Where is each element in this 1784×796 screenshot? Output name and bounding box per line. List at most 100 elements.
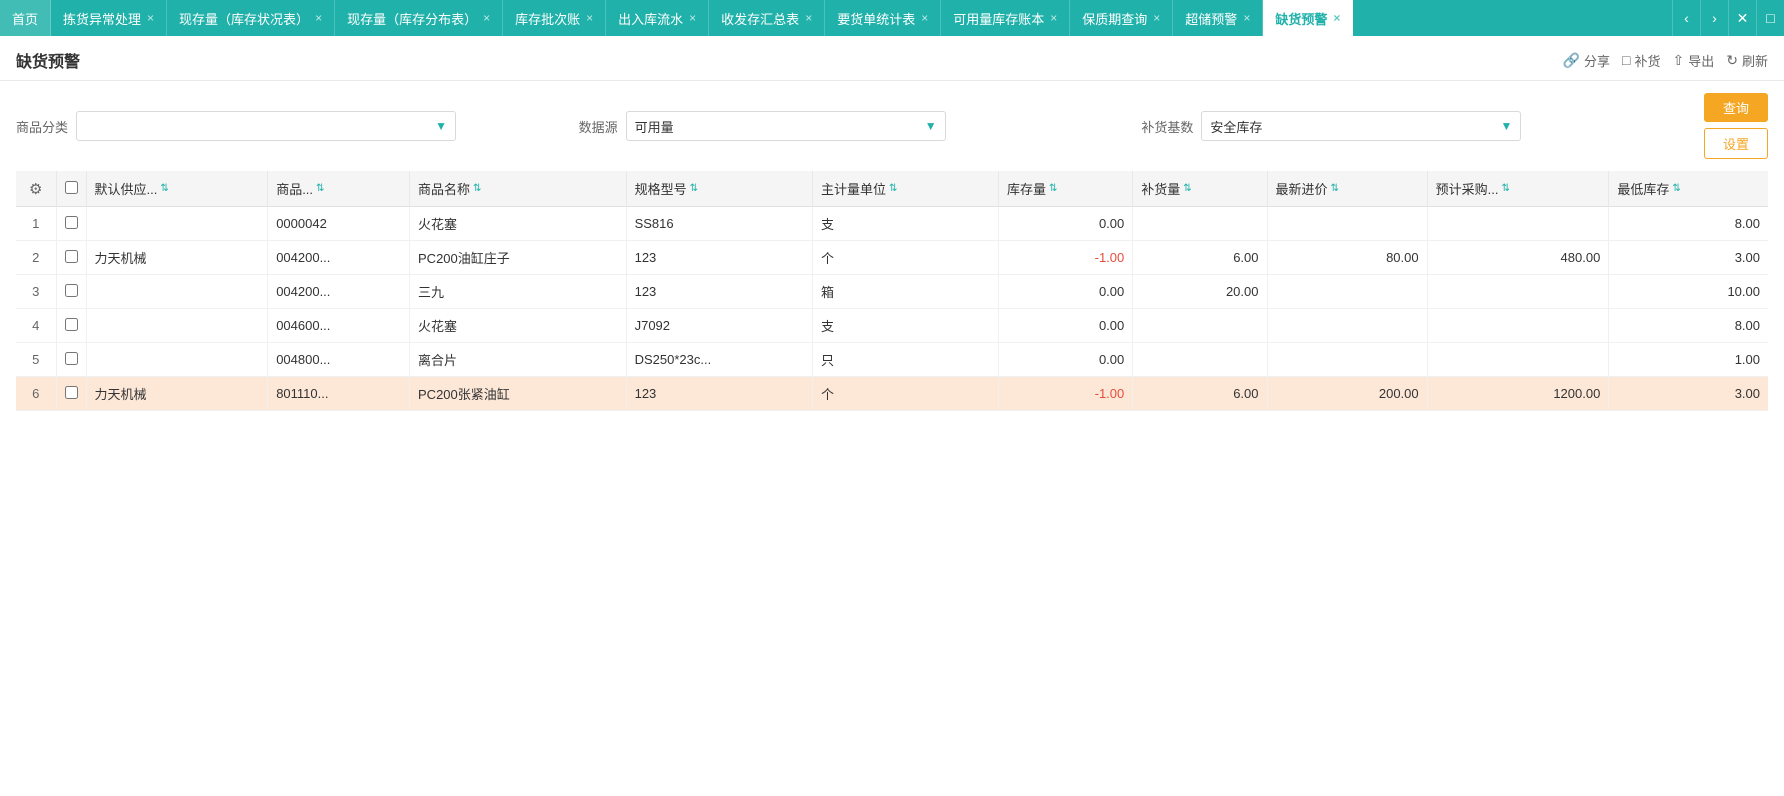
tab-close-all[interactable]: ✕ <box>1728 0 1756 36</box>
row-checkbox[interactable] <box>65 318 78 331</box>
th-supplier-sort[interactable]: 默认供应... ⇅ <box>95 179 260 198</box>
row-supplier <box>86 343 268 377</box>
row-replenish: 6.00 <box>1133 377 1267 411</box>
category-dropdown-arrow: ▼ <box>435 119 447 133</box>
estimated-purchase-sort-icon: ⇅ <box>1501 183 1509 194</box>
tab-close-inventory-status[interactable]: × <box>315 11 322 25</box>
row-estimated-purchase: 1200.00 <box>1427 377 1609 411</box>
th-replenish-sort[interactable]: 补货量 ⇅ <box>1141 179 1258 198</box>
tab-close-shortage[interactable]: × <box>1333 11 1340 25</box>
row-spec: 123 <box>626 377 812 411</box>
row-estimated-purchase <box>1427 275 1609 309</box>
tab-shortage[interactable]: 缺货预警 × <box>1263 0 1353 36</box>
filter-area: 商品分类 ▼ 数据源 可用量 ▼ 补货基数 安全库存 ▼ 查询 设置 <box>0 81 1784 159</box>
row-product-code: 004800... <box>268 343 410 377</box>
replenish-sort-icon: ⇅ <box>1183 183 1191 194</box>
refresh-icon: ↻ <box>1726 52 1738 69</box>
row-unit: 支 <box>813 207 999 241</box>
th-estimated-purchase-sort[interactable]: 预计采购... ⇅ <box>1436 179 1601 198</box>
tab-close-available-book[interactable]: × <box>1050 11 1057 25</box>
table-row: 4 004600... 火花塞 J7092 支 0.00 8.00 <box>16 309 1768 343</box>
replenish-button[interactable]: □ 补货 <box>1622 51 1660 70</box>
row-latest-price <box>1267 309 1427 343</box>
datasource-dropdown-arrow: ▼ <box>925 119 937 133</box>
tab-nav-buttons: ‹ › ✕ □ <box>1672 0 1784 36</box>
row-product-name: 火花塞 <box>410 207 627 241</box>
tab-close-expiry[interactable]: × <box>1153 11 1160 25</box>
replenish-base-select[interactable]: 安全库存 ▼ <box>1201 111 1521 141</box>
tab-summary[interactable]: 收发存汇总表 × <box>709 0 825 36</box>
tab-available-book[interactable]: 可用量库存账本 × <box>941 0 1070 36</box>
th-supplier: 默认供应... ⇅ <box>86 171 268 207</box>
tab-overstock[interactable]: 超储预警 × <box>1173 0 1263 36</box>
tab-inventory-status[interactable]: 现存量（库存状况表） × <box>167 0 335 36</box>
row-checkbox[interactable] <box>65 216 78 229</box>
tab-close-batch-account[interactable]: × <box>586 11 593 25</box>
row-checkbox-cell <box>56 309 86 343</box>
select-all-checkbox[interactable] <box>65 181 78 194</box>
tab-nav-prev[interactable]: ‹ <box>1672 0 1700 36</box>
category-filter-group: 商品分类 ▼ <box>16 111 563 141</box>
row-stock: 0.00 <box>999 309 1133 343</box>
export-icon: ⇧ <box>1673 52 1685 69</box>
row-supplier: 力天机械 <box>86 377 268 411</box>
tab-close-overstock[interactable]: × <box>1243 11 1250 25</box>
th-product-code-sort[interactable]: 商品... ⇅ <box>276 179 401 198</box>
page-header: 缺货预警 🔗 分享 □ 补货 ⇧ 导出 ↻ 刷新 <box>0 36 1784 81</box>
tab-order-stats[interactable]: 要货单统计表 × <box>825 0 941 36</box>
data-table: ⚙ 默认供应... ⇅ 商品... ⇅ <box>16 171 1768 411</box>
row-stock: -1.00 <box>999 241 1133 275</box>
tab-close-order-stats[interactable]: × <box>921 11 928 25</box>
min-stock-sort-icon: ⇅ <box>1672 183 1680 194</box>
export-button[interactable]: ⇧ 导出 <box>1673 51 1715 70</box>
table-row: 1 0000042 火花塞 SS816 支 0.00 8.00 <box>16 207 1768 241</box>
th-stock-sort[interactable]: 库存量 ⇅ <box>1007 179 1124 198</box>
row-stock: -1.00 <box>999 377 1133 411</box>
row-min-stock: 8.00 <box>1609 207 1768 241</box>
row-checkbox[interactable] <box>65 284 78 297</box>
tab-batch-account[interactable]: 库存批次账 × <box>503 0 606 36</box>
row-checkbox[interactable] <box>65 386 78 399</box>
replenish-base-dropdown-arrow: ▼ <box>1500 119 1512 133</box>
row-stock: 0.00 <box>999 207 1133 241</box>
tab-close-summary[interactable]: × <box>805 11 812 25</box>
row-spec: 123 <box>626 241 812 275</box>
row-spec: 123 <box>626 275 812 309</box>
th-min-stock-sort[interactable]: 最低库存 ⇅ <box>1617 179 1760 198</box>
tab-close-inout-flow[interactable]: × <box>689 11 696 25</box>
tab-nav-next[interactable]: › <box>1700 0 1728 36</box>
tab-picking[interactable]: 拣货异常处理 × <box>51 0 167 36</box>
row-product-name: 三九 <box>410 275 627 309</box>
row-min-stock: 3.00 <box>1609 241 1768 275</box>
th-gear: ⚙ <box>16 171 56 207</box>
row-unit: 个 <box>813 377 999 411</box>
query-button[interactable]: 查询 <box>1704 93 1768 122</box>
row-estimated-purchase <box>1427 207 1609 241</box>
category-select[interactable]: ▼ <box>76 111 456 141</box>
settings-button[interactable]: 设置 <box>1704 128 1768 159</box>
row-product-name: PC200张紧油缸 <box>410 377 627 411</box>
th-replenish: 补货量 ⇅ <box>1133 171 1267 207</box>
tab-close-picking[interactable]: × <box>147 11 154 25</box>
tab-close-inventory-dist[interactable]: × <box>483 11 490 25</box>
row-checkbox[interactable] <box>65 352 78 365</box>
row-checkbox[interactable] <box>65 250 78 263</box>
th-latest-price-sort[interactable]: 最新进价 ⇅ <box>1276 179 1419 198</box>
share-button[interactable]: 🔗 分享 <box>1563 51 1610 70</box>
th-spec-sort[interactable]: 规格型号 ⇅ <box>635 179 804 198</box>
th-unit-sort[interactable]: 主计量单位 ⇅ <box>821 179 990 198</box>
th-product-name-sort[interactable]: 商品名称 ⇅ <box>418 179 618 198</box>
tab-home[interactable]: 首页 <box>0 0 51 36</box>
tab-maximize[interactable]: □ <box>1756 0 1784 36</box>
row-unit: 只 <box>813 343 999 377</box>
row-product-code: 004200... <box>268 275 410 309</box>
tab-expiry[interactable]: 保质期查询 × <box>1070 0 1173 36</box>
row-supplier <box>86 309 268 343</box>
row-min-stock: 1.00 <box>1609 343 1768 377</box>
datasource-select[interactable]: 可用量 ▼ <box>626 111 946 141</box>
tab-inout-flow[interactable]: 出入库流水 × <box>606 0 709 36</box>
replenish-icon: □ <box>1622 52 1630 68</box>
tab-inventory-dist[interactable]: 现存量（库存分布表） × <box>335 0 503 36</box>
table-settings-icon[interactable]: ⚙ <box>29 181 42 198</box>
refresh-button[interactable]: ↻ 刷新 <box>1726 51 1768 70</box>
